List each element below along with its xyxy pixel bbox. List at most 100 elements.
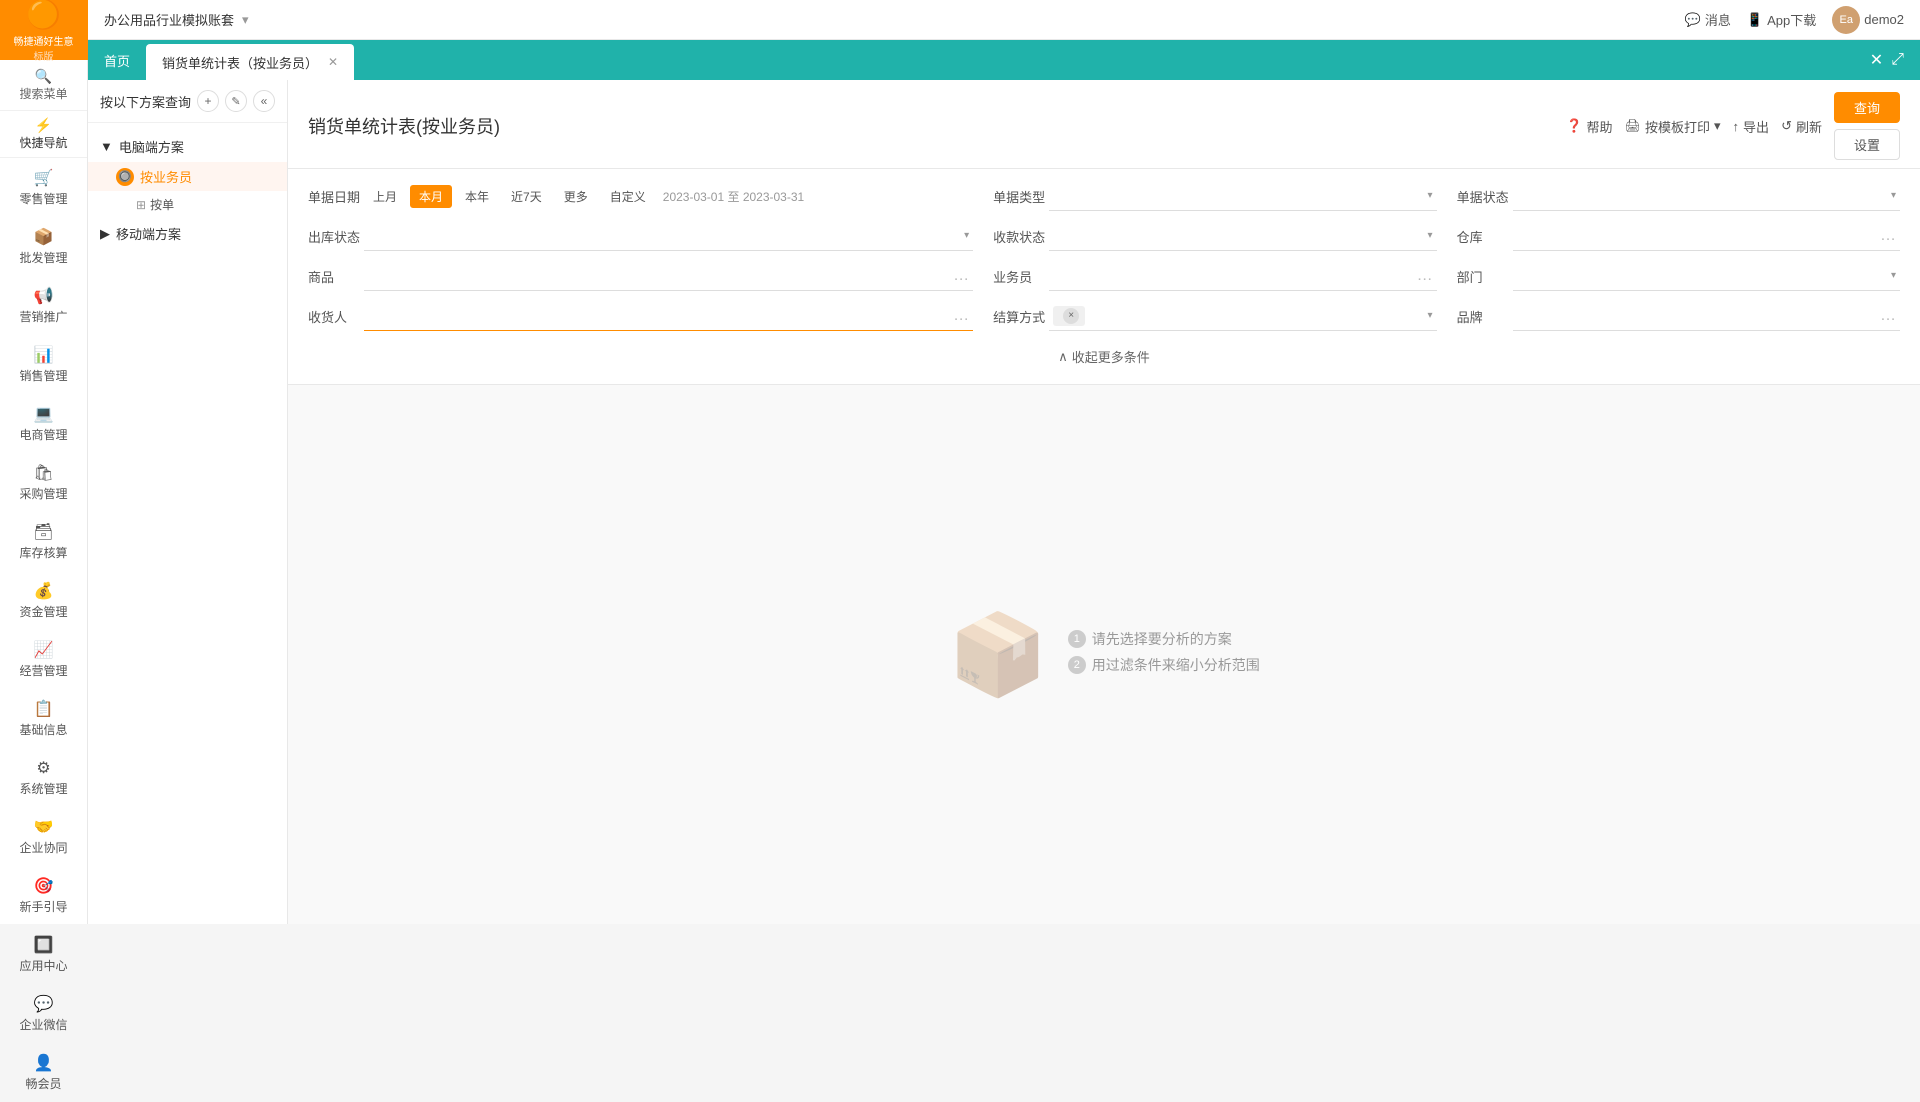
sidebar-label-15: 畅会员 xyxy=(25,1075,61,1092)
sidebar-item-企业协同[interactable]: 🤝企业协同 xyxy=(19,807,67,866)
sidebar-icon-4: 💻 xyxy=(34,404,54,424)
settlement-tag-close[interactable]: × xyxy=(1063,308,1079,324)
help-btn[interactable]: ❓ 帮助 xyxy=(1566,117,1612,136)
sidebar-icon-1: 📦 xyxy=(34,227,54,247)
product-dots[interactable]: … xyxy=(953,267,969,285)
query-btn[interactable]: 查询 xyxy=(1834,92,1900,123)
sidebar-label-2: 营销推广 xyxy=(19,308,67,325)
filter-date: 单据日期 上月 本月 本年 近7天 更多 自定义 2023-03-01 至 20… xyxy=(308,185,973,208)
sidebar-item-应用中心[interactable]: 🔲应用中心 xyxy=(19,925,67,984)
order-status-input[interactable]: ▾ xyxy=(1513,181,1900,211)
outbound-input[interactable]: ▾ xyxy=(364,221,973,251)
order-type-input[interactable]: ▾ xyxy=(1049,181,1436,211)
message-icon: 💬 xyxy=(1685,12,1701,28)
date-options: 上月 本月 本年 近7天 更多 自定义 2023-03-01 至 2023-03… xyxy=(364,185,973,208)
tab-maximize-icon[interactable]: ⤢ xyxy=(1891,51,1904,69)
brand-label: 品牌 xyxy=(1457,307,1513,326)
sidebar-item-企业微信[interactable]: 💬企业微信 xyxy=(19,984,67,1043)
sidebar-item-资金管理[interactable]: 💰 资金管理 xyxy=(19,571,67,630)
sidebar-item-批发管理[interactable]: 📦批发管理 xyxy=(19,217,67,276)
collapse-filter-btn[interactable]: ∧ 收起更多条件 xyxy=(308,341,1900,372)
payment-input[interactable]: ▾ xyxy=(1049,221,1436,251)
data-area: 📦 1 请先选择要分析的方案 2 用过滤条件来缩小分析范围 xyxy=(288,385,1920,924)
order-type-arrow: ▾ xyxy=(1428,190,1433,201)
tree-item-by-salesperson[interactable]: 🔘 按业务员 xyxy=(88,162,287,191)
left-panel: 按以下方案查询 + ✎ « ▼ 电脑端方案 🔘 按业务员 xyxy=(88,80,288,924)
export-btn[interactable]: ↑ 导出 xyxy=(1733,117,1770,136)
message-btn[interactable]: 💬 消息 xyxy=(1685,10,1731,29)
tree-section-mobile[interactable]: ▶ 移动端方案 xyxy=(88,218,287,249)
add-scheme-btn[interactable]: + xyxy=(197,90,219,112)
settlement-arrow: ▾ xyxy=(1428,310,1433,321)
print-icon: 🖨 xyxy=(1624,118,1641,134)
product-input[interactable]: … xyxy=(364,261,973,291)
salesperson-badge: 🔘 xyxy=(116,168,134,186)
date-btn-7days[interactable]: 近7天 xyxy=(502,185,551,208)
refresh-btn[interactable]: ↺ 刷新 xyxy=(1781,117,1822,136)
sidebar-item-畅会员[interactable]: 👤畅会员 xyxy=(19,1043,67,1102)
sidebar-icon-5: 🛍 xyxy=(33,463,53,483)
sidebar-label-4: 电商管理 xyxy=(19,426,67,443)
settings-btn[interactable]: 设置 xyxy=(1834,129,1900,160)
date-btn-last-month[interactable]: 上月 xyxy=(364,185,406,208)
app-download-btn[interactable]: 📱 App下载 xyxy=(1747,10,1816,29)
sidebar-item-电商管理[interactable]: 💻 电商管理 xyxy=(19,394,67,453)
search-menu[interactable]: 🔍 搜索菜单 xyxy=(0,60,87,111)
salesperson-input[interactable]: … xyxy=(1049,261,1436,291)
brand-dots[interactable]: … xyxy=(1880,307,1896,325)
print-btn[interactable]: 🖨 按模板打印 ▾ xyxy=(1624,117,1720,136)
tree-section-desktop[interactable]: ▼ 电脑端方案 xyxy=(88,131,287,162)
tree-item-by-order[interactable]: ⊞ 按单 xyxy=(88,191,287,218)
tab-close-btn[interactable]: ✕ xyxy=(328,55,338,69)
settlement-input[interactable]: × ▾ xyxy=(1049,301,1436,331)
recipient-dots[interactable]: … xyxy=(953,307,969,325)
date-btn-more[interactable]: 更多 xyxy=(555,185,597,208)
sidebar-item-采购管理[interactable]: 🛍采购管理 xyxy=(19,453,67,512)
warehouse-input[interactable]: … xyxy=(1513,221,1900,251)
department-input[interactable]: ▾ xyxy=(1513,261,1900,291)
tab-home[interactable]: 首页 xyxy=(88,40,146,80)
sidebar-item-营销推广[interactable]: 📢营销推广 xyxy=(19,276,67,335)
date-btn-this-month[interactable]: 本月 xyxy=(410,185,452,208)
settlement-tag: × xyxy=(1053,306,1085,326)
collapse-panel-btn[interactable]: « xyxy=(253,90,275,112)
page-actions: ❓ 帮助 🖨 按模板打印 ▾ ↑ 导出 ↺ 刷新 xyxy=(1566,92,1900,160)
print-dropdown-arrow[interactable]: ▾ xyxy=(1714,118,1721,134)
sidebar-icon-12: 🎯 xyxy=(34,876,54,896)
user-menu[interactable]: Ea demo2 xyxy=(1832,6,1904,34)
empty-state: 📦 1 请先选择要分析的方案 2 用过滤条件来缩小分析范围 xyxy=(948,608,1260,702)
sidebar-item-经营管理[interactable]: 📈经营管理 xyxy=(19,630,67,689)
tab-sales-report[interactable]: 销货单统计表（按业务员） ✕ xyxy=(146,44,354,80)
sidebar-icon-9: 📋 xyxy=(34,699,54,719)
home-tab-label: 首页 xyxy=(104,51,130,70)
sidebar-icon-3: 📊 xyxy=(34,345,54,365)
sidebar-label-7: 资金管理 xyxy=(19,603,67,620)
workspace-dropdown[interactable]: ▾ xyxy=(242,12,249,28)
sidebar-item-新手引导[interactable]: 🎯新手引导 xyxy=(19,866,67,925)
right-content: 销货单统计表(按业务员) ❓ 帮助 🖨 按模板打印 ▾ ↑ 导出 xyxy=(288,80,1920,924)
header-right: 💬 消息 📱 App下载 Ea demo2 xyxy=(1685,6,1904,34)
sidebar-item-系统管理[interactable]: ⚙系统管理 xyxy=(19,748,67,807)
warehouse-dots[interactable]: … xyxy=(1880,227,1896,245)
date-btn-this-year[interactable]: 本年 xyxy=(456,185,498,208)
recipient-input[interactable]: … xyxy=(364,301,973,331)
sidebar-icon-0: 🛒 xyxy=(34,168,54,188)
recipient-label: 收货人 xyxy=(308,307,364,326)
sidebar-icon-7: 💰 xyxy=(34,581,54,601)
sidebar-item-基础信息[interactable]: 📋基础信息 xyxy=(19,689,67,748)
edit-scheme-btn[interactable]: ✎ xyxy=(225,90,247,112)
date-btn-custom[interactable]: 自定义 xyxy=(601,185,655,208)
collapse-label: 收起更多条件 xyxy=(1072,347,1150,366)
tab-close-icon[interactable]: ✕ xyxy=(1870,50,1883,70)
sidebar-item-零售管理[interactable]: 🛒零售管理 xyxy=(19,158,67,217)
sidebar-item-库存核算[interactable]: 🗃库存核算 xyxy=(19,512,67,571)
salesperson-label: 业务员 xyxy=(993,267,1049,286)
salesperson-dots[interactable]: … xyxy=(1417,267,1433,285)
sidebar-item-销售管理[interactable]: 📊 销售管理 xyxy=(19,335,67,394)
mobile-section-label: 移动端方案 xyxy=(116,224,181,243)
filter-product: 商品 … xyxy=(308,261,973,291)
quick-nav[interactable]: ⚡ 快捷导航 xyxy=(0,111,87,158)
sidebar-label-3: 销售管理 xyxy=(19,367,67,384)
brand-input[interactable]: … xyxy=(1513,301,1900,331)
scheme-tree: ▼ 电脑端方案 🔘 按业务员 ⊞ 按单 ▶ 移动端方案 xyxy=(88,123,287,257)
